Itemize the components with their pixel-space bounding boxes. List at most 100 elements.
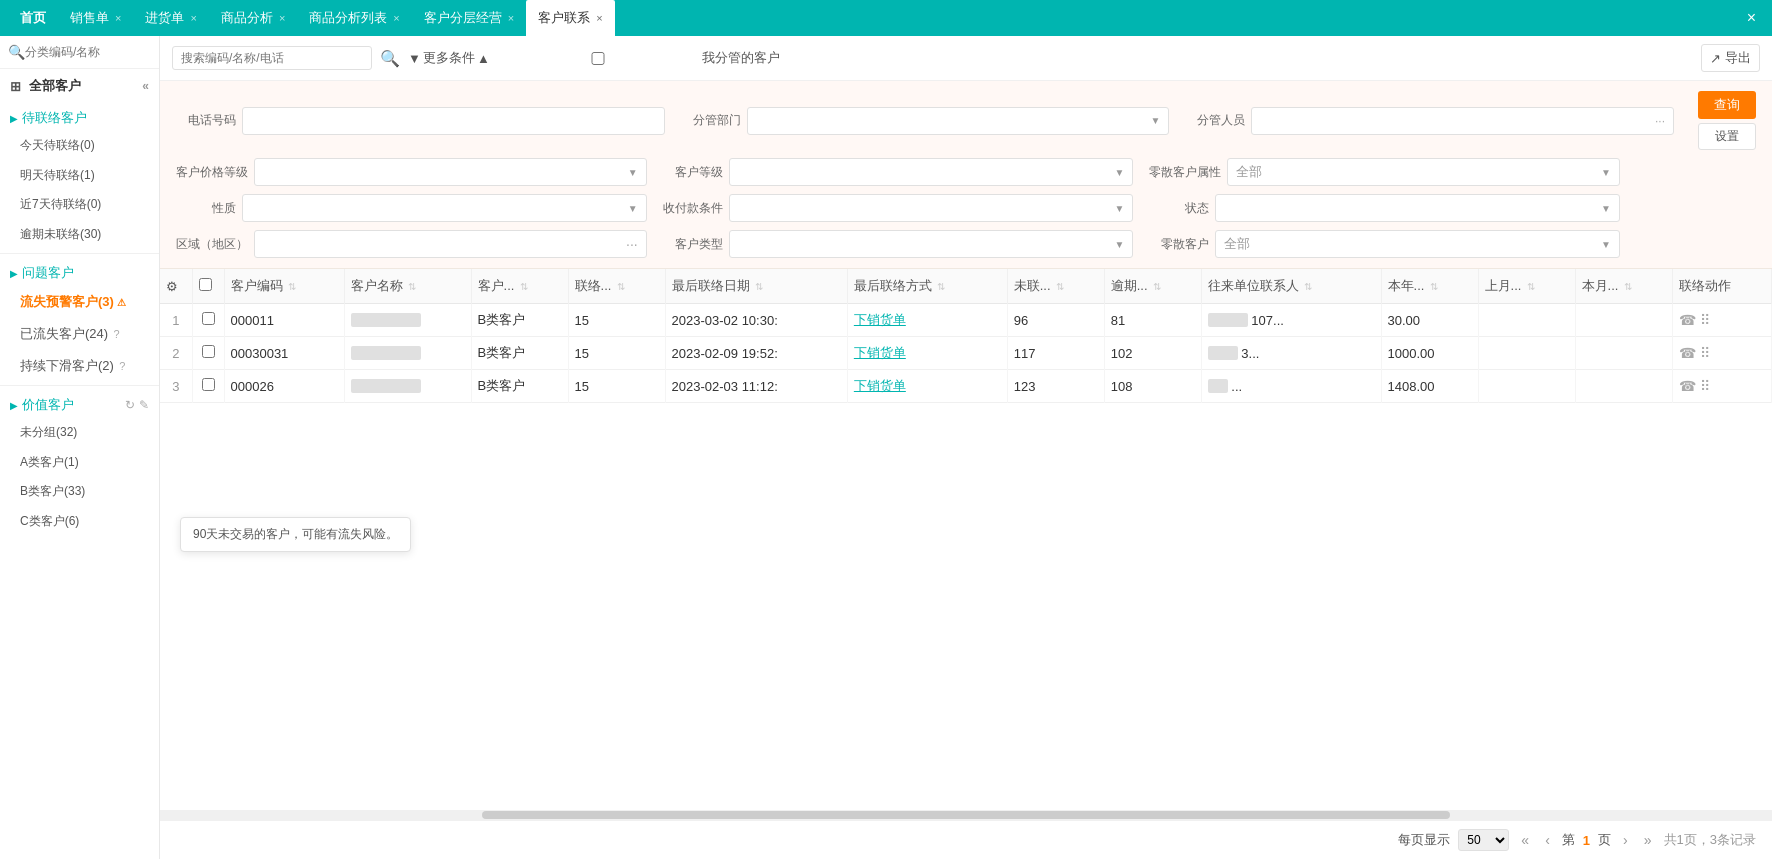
sidebar-tomorrow-contact[interactable]: 明天待联络(1) — [0, 161, 159, 191]
sidebar-churn-warning[interactable]: 流失预警客户(3) — [0, 286, 159, 318]
row1-action-icon1[interactable]: ☎ — [1679, 312, 1696, 328]
dept-select[interactable]: ▼ — [747, 107, 1170, 135]
status-label: 状态 — [1149, 200, 1209, 217]
nav-home[interactable]: 首页 — [8, 0, 58, 36]
row3-num: 3 — [160, 370, 192, 403]
sort-icon-unit[interactable]: ⇅ — [1304, 281, 1312, 292]
nav-purchase[interactable]: 进货单 × — [133, 0, 208, 36]
filter-search-icon[interactable]: 🔍 — [380, 49, 400, 68]
nav-sales[interactable]: 销售单 × — [58, 0, 133, 36]
sort-icon-method[interactable]: ⇅ — [937, 281, 945, 292]
nav-product-analysis-list[interactable]: 商品分析列表 × — [297, 0, 411, 36]
prev-page-btn[interactable]: ‹ — [1541, 830, 1554, 850]
sort-icon-lmonth[interactable]: ⇅ — [1527, 281, 1535, 292]
row2-code: 00030031 — [224, 337, 344, 370]
sidebar-a-class[interactable]: A类客户(1) — [0, 448, 159, 478]
row2-num: 2 — [160, 337, 192, 370]
export-icon: ↗ — [1710, 51, 1721, 66]
scrollbar-thumb[interactable] — [482, 811, 1449, 819]
sidebar-c-class[interactable]: C类客户(6) — [0, 507, 159, 537]
table-settings-icon[interactable]: ⚙ — [166, 279, 178, 294]
row2-select[interactable] — [202, 345, 215, 358]
row2-action-icon2[interactable]: ⠿ — [1700, 345, 1710, 361]
close-all-button[interactable]: × — [1739, 9, 1764, 27]
sidebar-b-class[interactable]: B类客户(33) — [0, 477, 159, 507]
manager-select[interactable]: ··· — [1251, 107, 1674, 135]
row3-select[interactable] — [202, 378, 215, 391]
nav-customer-contact[interactable]: 客户联系 × — [526, 0, 614, 36]
row1-method-link[interactable]: 下销货单 — [854, 312, 906, 327]
collapse-icon[interactable]: « — [142, 79, 149, 93]
refresh-icon[interactable]: ↻ — [125, 398, 135, 412]
row3-method-link[interactable]: 下销货单 — [854, 378, 906, 393]
sidebar-search-input[interactable] — [25, 45, 160, 59]
section-value-customers[interactable]: 价值客户 — [10, 396, 74, 414]
sort-icon-uncontacted[interactable]: ⇅ — [1056, 281, 1064, 292]
sidebar-declining[interactable]: 持续下滑客户(2) ? — [0, 350, 159, 382]
query-button[interactable]: 查询 — [1698, 91, 1756, 119]
sort-icon-name[interactable]: ⇅ — [408, 281, 416, 292]
sort-icon-type[interactable]: ⇅ — [520, 281, 528, 292]
sort-icon-contact[interactable]: ⇅ — [617, 281, 625, 292]
close-customer-contact-tab[interactable]: × — [596, 12, 602, 24]
sort-icon-overdue[interactable]: ⇅ — [1153, 281, 1161, 292]
phone-input[interactable] — [242, 107, 665, 135]
row1-name-blurred — [351, 313, 421, 327]
gender-select[interactable]: ▼ — [242, 194, 647, 222]
close-product-analysis-tab[interactable]: × — [279, 12, 285, 24]
per-page-select[interactable]: 50 100 200 — [1458, 829, 1509, 851]
select-all-checkbox[interactable] — [199, 278, 212, 291]
sort-icon-tmonth[interactable]: ⇅ — [1624, 281, 1632, 292]
zero-customer-select[interactable]: 全部 ▼ — [1215, 230, 1620, 258]
sort-icon-code[interactable]: ⇅ — [288, 281, 296, 292]
row1-select[interactable] — [202, 312, 215, 325]
sidebar-churned[interactable]: 已流失客户(24) ? — [0, 318, 159, 350]
close-customer-tier-tab[interactable]: × — [508, 12, 514, 24]
sort-icon-date[interactable]: ⇅ — [755, 281, 763, 292]
col-overdue: 逾期... ⇅ — [1104, 269, 1201, 304]
row1-checkbox — [192, 304, 224, 337]
search-input[interactable] — [172, 46, 372, 70]
row3-action-icon1[interactable]: ☎ — [1679, 378, 1696, 394]
row1-name — [344, 304, 471, 337]
payment-select[interactable]: ▼ — [729, 194, 1134, 222]
row3-action-icon2[interactable]: ⠿ — [1700, 378, 1710, 394]
customer-level-field: 客户等级 ▼ — [663, 158, 1134, 186]
my-customers-filter[interactable]: 我分管的客户 — [498, 49, 780, 67]
last-page-btn[interactable]: » — [1640, 830, 1656, 850]
next-page-btn[interactable]: › — [1619, 830, 1632, 850]
section-problem-customers[interactable]: 问题客户 — [0, 258, 159, 286]
more-conditions-toggle[interactable]: ▼ 更多条件 ▲ — [408, 49, 490, 67]
more-dots-icon[interactable]: ··· — [1655, 114, 1665, 128]
nav-product-analysis[interactable]: 商品分析 × — [209, 0, 297, 36]
close-purchase-tab[interactable]: × — [190, 12, 196, 24]
close-product-list-tab[interactable]: × — [393, 12, 399, 24]
edit-icon[interactable]: ✎ — [139, 398, 149, 412]
price-level-select[interactable]: ▼ — [254, 158, 647, 186]
section-pending-contact[interactable]: 待联络客户 — [0, 103, 159, 131]
status-select[interactable]: ▼ — [1215, 194, 1620, 222]
export-button[interactable]: ↗ 导出 — [1701, 44, 1760, 72]
more-dots-region[interactable]: ··· — [626, 236, 638, 252]
zero-purchase-select[interactable]: 全部 ▼ — [1227, 158, 1620, 186]
sort-icon-year[interactable]: ⇅ — [1430, 281, 1438, 292]
close-sales-tab[interactable]: × — [115, 12, 121, 24]
first-page-btn[interactable]: « — [1517, 830, 1533, 850]
filter-bar: 🔍 ▼ 更多条件 ▲ 我分管的客户 ↗ 导出 — [160, 36, 1772, 81]
sidebar-ungrouped[interactable]: 未分组(32) — [0, 418, 159, 448]
sidebar-all-customers[interactable]: ⊞ 全部客户 « — [0, 69, 159, 103]
customer-level-select[interactable]: ▼ — [729, 158, 1134, 186]
price-level-field: 客户价格等级 ▼ — [176, 158, 647, 186]
my-customers-checkbox[interactable] — [498, 52, 698, 65]
row2-action-icon1[interactable]: ☎ — [1679, 345, 1696, 361]
row2-method-link[interactable]: 下销货单 — [854, 345, 906, 360]
horizontal-scrollbar[interactable] — [160, 810, 1772, 820]
row1-action-icon2[interactable]: ⠿ — [1700, 312, 1710, 328]
settings-button[interactable]: 设置 — [1698, 123, 1756, 150]
nav-customer-tier[interactable]: 客户分层经营 × — [412, 0, 526, 36]
sidebar-overdue-contact[interactable]: 逾期未联络(30) — [0, 220, 159, 250]
customer-type-select[interactable]: ▼ — [729, 230, 1134, 258]
region-select[interactable]: ··· — [254, 230, 647, 258]
sidebar-7day-contact[interactable]: 近7天待联络(0) — [0, 190, 159, 220]
sidebar-today-contact[interactable]: 今天待联络(0) — [0, 131, 159, 161]
